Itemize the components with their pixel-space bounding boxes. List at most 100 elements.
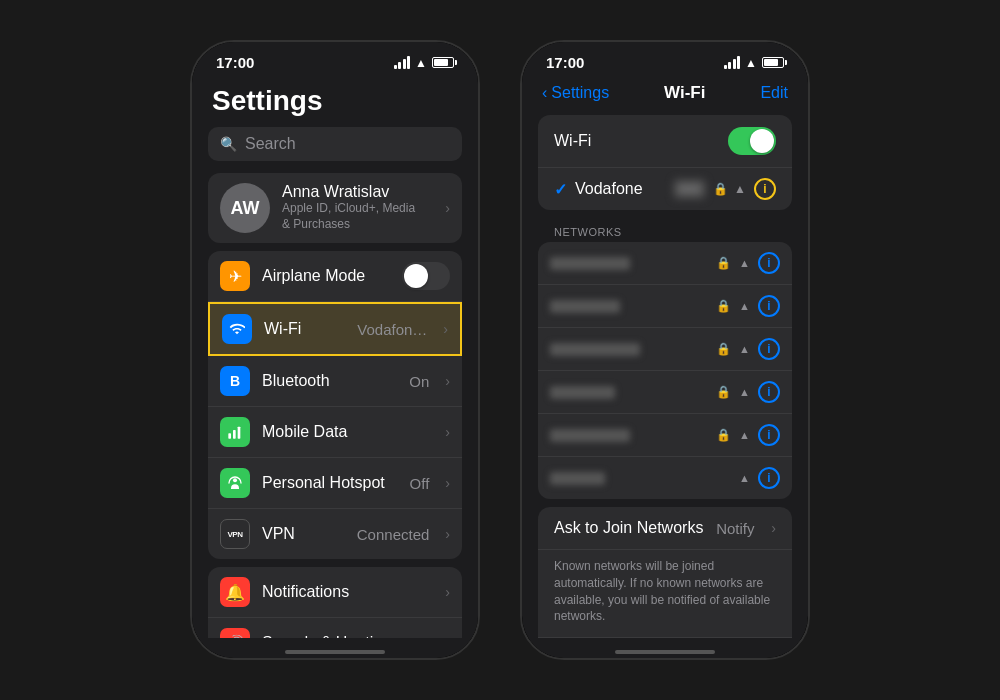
connectivity-group: ✈ Airplane Mode Wi-Fi [208, 251, 462, 559]
wifi-screen: 17:00 ▲ ‹ Settings Wi-Fi Edit [522, 42, 808, 658]
hotspot-value: Off [410, 475, 430, 492]
network-row-5[interactable]: 🔒 ▲ i [538, 414, 792, 457]
search-icon: 🔍 [220, 136, 237, 152]
right-phone: 17:00 ▲ ‹ Settings Wi-Fi Edit [520, 40, 810, 660]
sounds-row[interactable]: 🔊 Sounds & Haptics › [208, 618, 462, 638]
signal-bar-2 [398, 62, 401, 69]
avatar: AW [220, 183, 270, 233]
notifications-row[interactable]: 🔔 Notifications › [208, 567, 462, 618]
wifi-row[interactable]: Wi-Fi Vodafon… › [208, 302, 462, 356]
personal-hotspot-row[interactable]: Personal Hotspot Off › [208, 458, 462, 509]
network-name-blurred-6 [550, 472, 605, 485]
battery-icon-right [762, 57, 784, 68]
info-button-3[interactable]: i [758, 338, 780, 360]
connected-network-row[interactable]: ✓ Vodafone •••• 🔒 ▲ i [538, 168, 792, 210]
notifications-label: Notifications [262, 583, 429, 601]
wifi-icon-6: ▲ [739, 472, 750, 484]
ask-to-join-row[interactable]: Ask to Join Networks Notify › [538, 507, 792, 550]
sounds-chevron: › [445, 635, 450, 638]
network-name-blurred-3 [550, 343, 640, 356]
vpn-chevron: › [445, 526, 450, 542]
edit-button[interactable]: Edit [760, 84, 788, 102]
sounds-label: Sounds & Haptics [262, 634, 429, 638]
airplane-mode-toggle[interactable] [402, 262, 450, 290]
back-chevron-icon: ‹ [542, 84, 547, 102]
right-signal-bar-2 [728, 62, 731, 69]
wifi-icon-1: ▲ [739, 257, 750, 269]
signal-bars-left [394, 56, 411, 69]
wifi-content: Wi-Fi ✓ Vodafone •••• 🔒 ▲ i NETWORKS [522, 111, 808, 638]
wifi-value: Vodafon… [357, 321, 427, 338]
vpn-value: Connected [357, 526, 430, 543]
networks-list: 🔒 ▲ i 🔒 ▲ i 🔒 ▲ i [538, 242, 792, 499]
mobile-data-row[interactable]: Mobile Data › [208, 407, 462, 458]
info-button-highlighted[interactable]: i [754, 178, 776, 200]
svg-rect-0 [228, 433, 231, 438]
user-subtitle: Apple ID, iCloud+, Media& Purchases [282, 201, 429, 232]
ask-to-join-value: Notify [716, 520, 754, 537]
network-name-blurred-5 [550, 429, 630, 442]
wifi-icon-setting [222, 314, 252, 344]
wifi-toggle-label: Wi-Fi [554, 132, 591, 150]
wifi-toggle-knob [750, 129, 774, 153]
bluetooth-icon: B [220, 366, 250, 396]
user-profile-row[interactable]: AW Anna Wratislav Apple ID, iCloud+, Med… [208, 173, 462, 243]
airplane-toggle-knob [404, 264, 428, 288]
wifi-status-icon-right: ▲ [745, 56, 757, 70]
status-bar-right: 17:00 ▲ [522, 42, 808, 77]
network-row-2[interactable]: 🔒 ▲ i [538, 285, 792, 328]
user-name: Anna Wratislav [282, 183, 429, 201]
wifi-screen-title: Wi-Fi [664, 83, 705, 103]
info-button-2[interactable]: i [758, 295, 780, 317]
user-group: AW Anna Wratislav Apple ID, iCloud+, Med… [208, 173, 462, 243]
lock-icon-3: 🔒 [716, 342, 731, 356]
network-row-1[interactable]: 🔒 ▲ i [538, 242, 792, 285]
info-button-5[interactable]: i [758, 424, 780, 446]
signal-bars-right [724, 56, 741, 69]
network-name-blurred-4 [550, 386, 615, 399]
vpn-row[interactable]: VPN VPN Connected › [208, 509, 462, 559]
info-button-4[interactable]: i [758, 381, 780, 403]
back-button[interactable]: ‹ Settings [542, 84, 609, 102]
home-bar-right [615, 650, 715, 654]
home-indicator-right [522, 638, 808, 658]
sounds-icon: 🔊 [220, 628, 250, 638]
bluetooth-row[interactable]: B Bluetooth On › [208, 356, 462, 407]
wifi-toggle-switch[interactable] [728, 127, 776, 155]
network-name-blurred-1 [550, 257, 630, 270]
airplane-mode-row[interactable]: ✈ Airplane Mode [208, 251, 462, 302]
hotspot-chevron: › [445, 475, 450, 491]
lock-icon-1: 🔒 [716, 256, 731, 270]
back-label: Settings [551, 84, 609, 102]
settings-content: Settings 🔍 Search AW Anna Wratislav Appl… [192, 77, 478, 638]
ask-to-join-label: Ask to Join Networks [554, 519, 703, 537]
info-button-6[interactable]: i [758, 467, 780, 489]
signal-bar-3 [403, 59, 406, 69]
status-time-right: 17:00 [546, 54, 584, 71]
notifications-chevron: › [445, 584, 450, 600]
vpn-label: VPN [262, 525, 345, 543]
network-row-6[interactable]: ▲ i [538, 457, 792, 499]
left-phone: 17:00 ▲ Settings 🔍 Search [190, 40, 480, 660]
mobile-data-icon [220, 417, 250, 447]
wifi-status-icon: ▲ [415, 56, 427, 70]
status-bar-left: 17:00 ▲ [192, 42, 478, 77]
search-bar[interactable]: 🔍 Search [208, 127, 462, 161]
bluetooth-value: On [409, 373, 429, 390]
wifi-icon-2: ▲ [739, 300, 750, 312]
bluetooth-label: Bluetooth [262, 372, 397, 390]
battery-fill-left [434, 59, 448, 66]
notifications-icon: 🔔 [220, 577, 250, 607]
search-placeholder: Search [245, 135, 296, 153]
wifi-icon-3: ▲ [739, 343, 750, 355]
signal-bar-4 [407, 56, 410, 69]
hotspot-icon [220, 468, 250, 498]
right-signal-bar-4 [737, 56, 740, 69]
battery-fill-right [764, 59, 778, 66]
status-time-left: 17:00 [216, 54, 254, 71]
info-button-1[interactable]: i [758, 252, 780, 274]
home-bar-left [285, 650, 385, 654]
network-row-4[interactable]: 🔒 ▲ i [538, 371, 792, 414]
network-row-3[interactable]: 🔒 ▲ i [538, 328, 792, 371]
lock-icon-2: 🔒 [716, 299, 731, 313]
